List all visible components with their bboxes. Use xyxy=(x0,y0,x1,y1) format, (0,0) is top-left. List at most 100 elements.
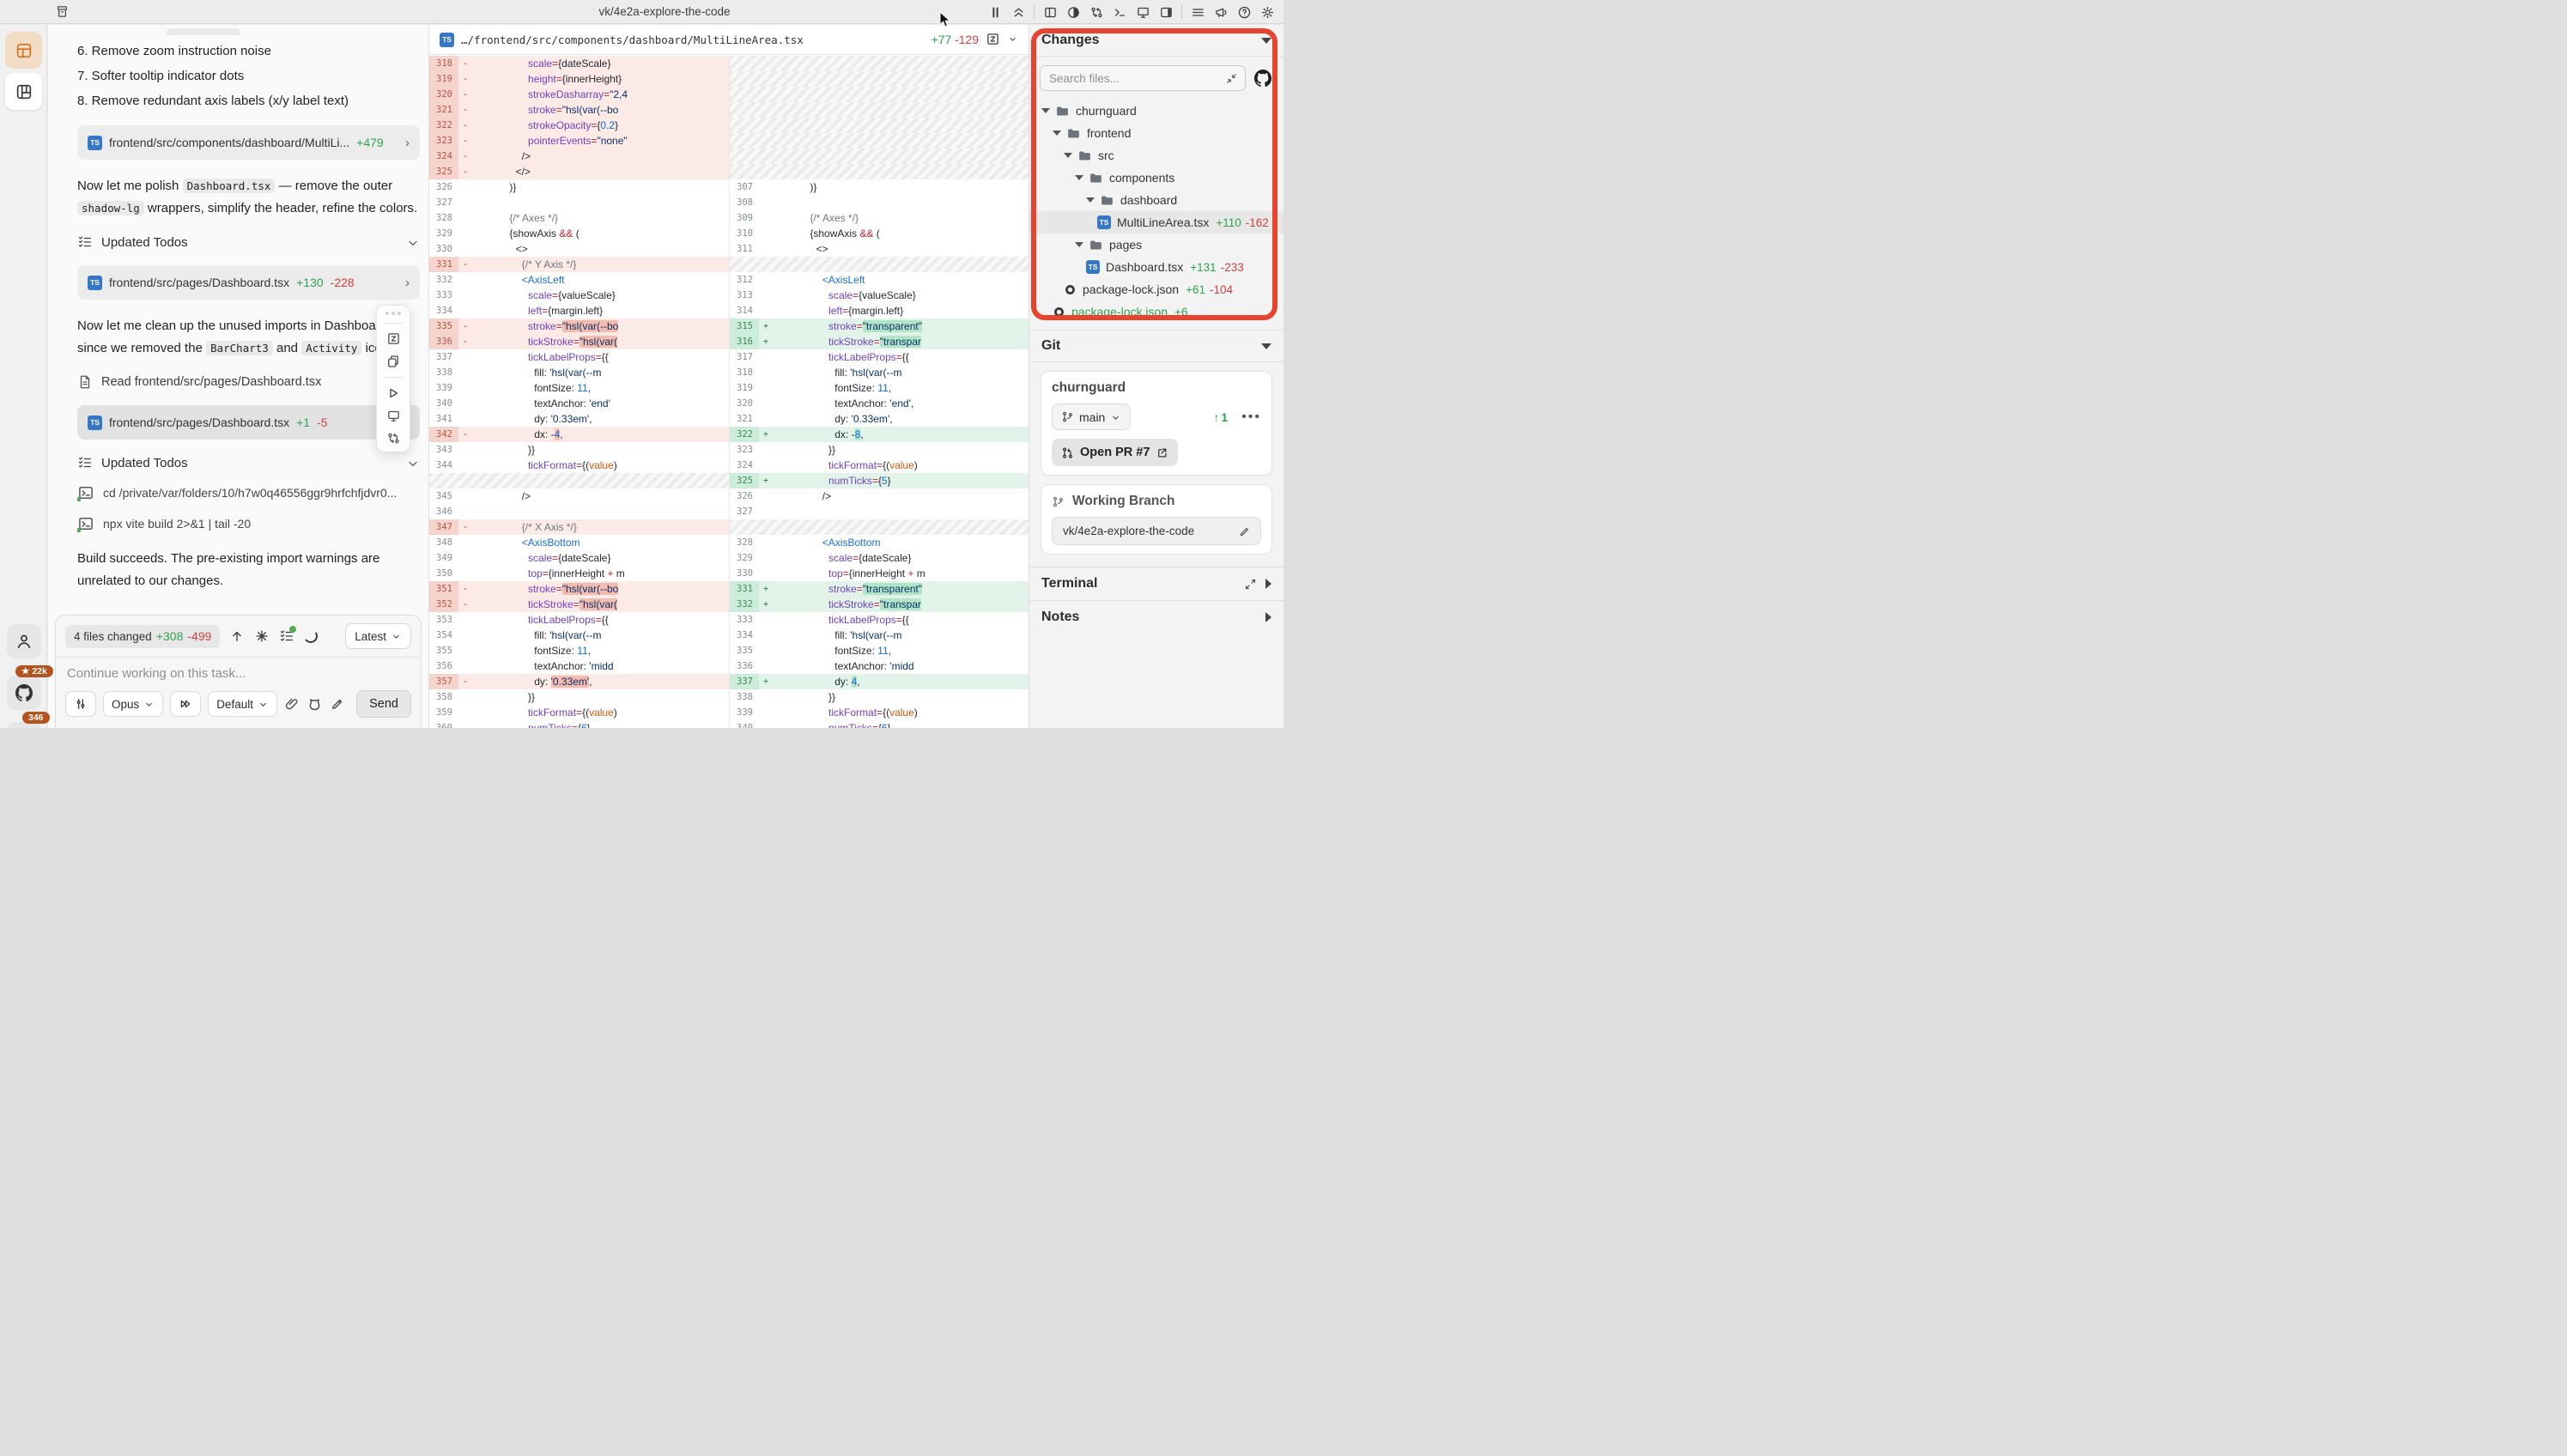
edit-pen-button[interactable] xyxy=(330,696,345,712)
tree-chevron-icon[interactable] xyxy=(1086,197,1095,203)
git-more-button[interactable]: ••• xyxy=(1241,410,1261,425)
chevron-down-icon xyxy=(406,235,420,250)
diff-line: 331- {/* Y Axis */} xyxy=(429,257,729,272)
updated-todos-row[interactable]: Updated Todos xyxy=(77,455,420,470)
gear-icon[interactable] xyxy=(1259,4,1275,20)
tree-chevron-icon[interactable] xyxy=(1075,242,1083,247)
diff-line: 345 /> xyxy=(429,488,729,504)
scroll-to-top-button[interactable] xyxy=(229,628,245,644)
version-dropdown[interactable]: Latest xyxy=(345,623,411,649)
copy-icon[interactable] xyxy=(385,354,401,369)
updated-todos-row[interactable]: Updated Todos xyxy=(77,234,420,250)
account-button[interactable] xyxy=(7,624,41,658)
diff-row: 327308 xyxy=(429,195,1029,210)
archive-box-icon[interactable] xyxy=(55,4,70,20)
tree-folder-row[interactable]: dashboard xyxy=(1029,189,1284,211)
sidebar-icon[interactable] xyxy=(1158,4,1174,20)
diff-line: 323- pointerEvents="none" xyxy=(429,133,729,149)
terminal-command-row[interactable]: cd /private/var/folders/10/h7w0q46556ggr… xyxy=(77,484,420,501)
message-input[interactable] xyxy=(65,665,411,682)
chevron-down-icon[interactable] xyxy=(1007,32,1018,47)
diff-gap-cell xyxy=(729,133,1029,149)
diff-line: 328 {/* Axes */} xyxy=(429,210,729,226)
collapse-tree-icon[interactable] xyxy=(1225,72,1238,85)
spark-icon[interactable] xyxy=(254,628,270,644)
diff-row: 357- dy: '0.33em',337+ dy: 4, xyxy=(429,674,1029,689)
attach-button[interactable] xyxy=(284,696,300,712)
todos-button[interactable] xyxy=(279,628,294,644)
menu-icon[interactable] xyxy=(1190,4,1205,20)
branch-label: main xyxy=(1079,410,1105,424)
files-changed-chip[interactable]: 4 files changed +308 -499 xyxy=(65,625,220,648)
working-branch-field[interactable] xyxy=(1052,517,1261,545)
diff-line: 325+ numTicks={5} xyxy=(729,473,1029,488)
diff-row: 343 }}323 }} xyxy=(429,442,1029,458)
rail-item-workspace-active[interactable] xyxy=(5,32,42,69)
total-removed: -499 xyxy=(187,629,211,643)
tree-folder-row[interactable]: churnguard xyxy=(1029,100,1284,122)
play-icon[interactable] xyxy=(385,385,401,401)
agent-cat-button[interactable] xyxy=(306,696,323,713)
file-change-chip[interactable]: TS frontend/src/pages/Dashboard.tsx +130… xyxy=(77,265,420,300)
open-pr-button[interactable]: Open PR #7 xyxy=(1052,439,1178,466)
inline-code: BarChart3 xyxy=(206,341,273,355)
working-branch-input[interactable] xyxy=(1061,524,1238,538)
open-pr-label: Open PR #7 xyxy=(1080,446,1150,459)
file-change-chip[interactable]: TS frontend/src/components/dashboard/Mul… xyxy=(77,125,420,160)
settings-sliders-button[interactable] xyxy=(65,691,96,717)
diff-gap-cell xyxy=(729,149,1029,164)
search-input[interactable] xyxy=(1047,71,1225,86)
contrast-icon[interactable] xyxy=(1065,4,1081,20)
git-section-header[interactable]: Git xyxy=(1029,331,1284,361)
drag-handle-icon[interactable] xyxy=(385,312,401,315)
fast-forward-button[interactable] xyxy=(170,691,201,717)
rail-item-workspace-2[interactable] xyxy=(5,73,42,110)
github-button[interactable] xyxy=(7,676,41,710)
diff-row: 335- stroke="hsl(var(--bo315+ stroke="tr… xyxy=(429,318,1029,334)
monitor-icon[interactable] xyxy=(1135,4,1150,20)
github-cat-button[interactable] xyxy=(1253,68,1273,88)
file-search-field[interactable] xyxy=(1040,65,1246,91)
pause-icon[interactable] xyxy=(987,4,1003,20)
changes-section-header[interactable]: Changes xyxy=(1029,25,1284,56)
tree-chevron-icon[interactable] xyxy=(1075,175,1083,180)
diff-gap-cell xyxy=(429,473,729,488)
compare-icon[interactable] xyxy=(386,431,401,446)
help-icon[interactable] xyxy=(1236,4,1252,20)
diff-row: 320- strokeDasharray="2,4 xyxy=(429,87,1029,102)
columns-icon[interactable] xyxy=(1042,4,1058,20)
send-button[interactable]: Send xyxy=(356,690,411,718)
megaphone-icon[interactable] xyxy=(1213,4,1229,20)
expand-icon[interactable] xyxy=(1244,578,1257,591)
person-icon xyxy=(15,632,33,651)
diff-mode-icon[interactable] xyxy=(986,32,1000,47)
compare-icon[interactable] xyxy=(1089,4,1104,20)
read-file-row[interactable]: Read frontend/src/pages/Dashboard.tsx xyxy=(77,374,420,390)
monitor-icon[interactable] xyxy=(386,409,401,423)
updated-todos-label: Updated Todos xyxy=(101,235,188,250)
package-json-icon xyxy=(1064,283,1077,296)
edit-pencil-icon[interactable] xyxy=(1238,525,1252,538)
tree-folder-row[interactable]: components xyxy=(1029,167,1284,189)
notes-section-header[interactable]: Notes xyxy=(1029,601,1284,634)
terminal-section-header[interactable]: Terminal xyxy=(1029,567,1284,600)
model-dropdown[interactable]: Opus xyxy=(103,691,163,717)
collapse-icon[interactable] xyxy=(1010,4,1026,20)
tree-folder-row[interactable]: frontend xyxy=(1029,122,1284,144)
terminal-command-row[interactable]: npx vite build 2>&1 | tail -20 xyxy=(77,515,420,532)
tree-file-row[interactable]: TSDashboard.tsx+131-233 xyxy=(1029,256,1284,278)
tree-folder-row[interactable]: pages xyxy=(1029,234,1284,256)
branch-dropdown[interactable]: main xyxy=(1052,403,1131,430)
tree-chevron-icon[interactable] xyxy=(1064,153,1072,158)
tree-file-row[interactable]: package-lock.json+61-104 xyxy=(1029,278,1284,300)
tree-file-row[interactable]: TSMultiLineArea.tsx+110-162 xyxy=(1029,211,1284,234)
tree-chevron-icon[interactable] xyxy=(1053,130,1061,136)
terminal-icon[interactable] xyxy=(1112,4,1127,20)
mode-dropdown[interactable]: Default xyxy=(208,691,277,717)
tree-file-row[interactable]: package-lock.json+6 xyxy=(1029,300,1284,323)
diff-line: 359 tickFormat={(value) xyxy=(429,705,729,720)
tree-folder-row[interactable]: src xyxy=(1029,144,1284,167)
tree-chevron-icon[interactable] xyxy=(1041,108,1050,113)
file-change-chip-selected[interactable]: TS frontend/src/pages/Dashboard.tsx +1 -… xyxy=(77,405,420,440)
zsquare-icon[interactable] xyxy=(386,331,401,346)
